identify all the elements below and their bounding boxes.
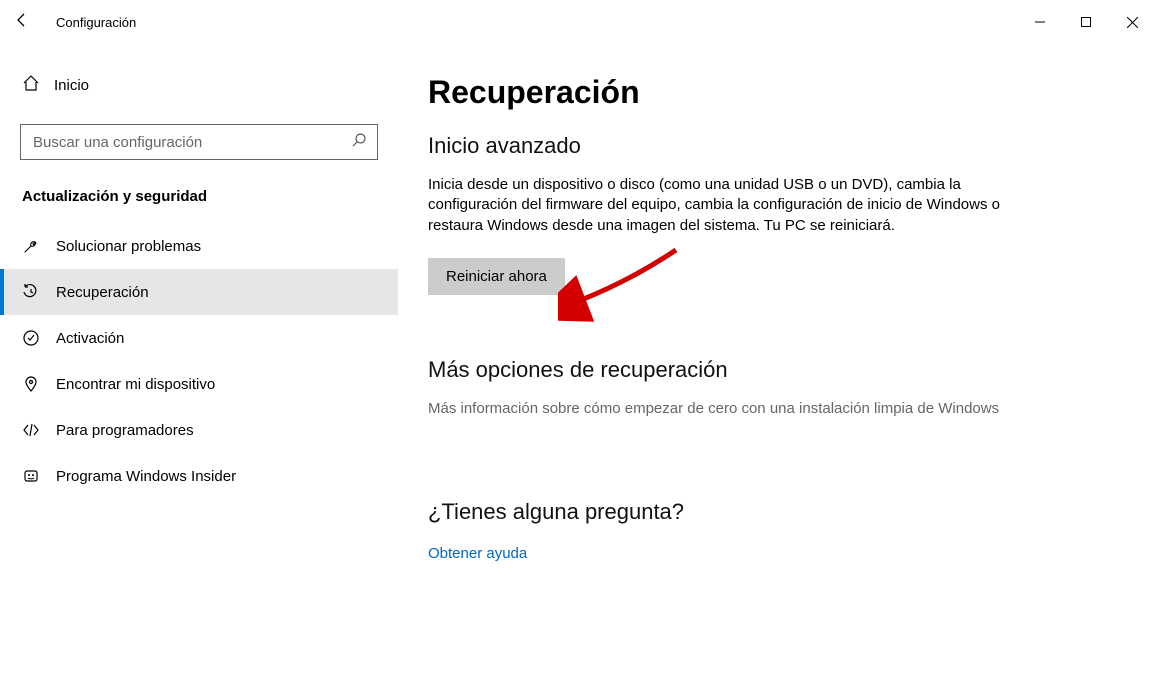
close-button[interactable] [1109, 6, 1155, 38]
location-icon [22, 375, 40, 393]
window-title: Configuración [56, 15, 136, 30]
sidebar-item-label: Solucionar problemas [56, 238, 201, 255]
get-help-link[interactable]: Obtener ayuda [428, 545, 527, 562]
search-box[interactable] [20, 124, 378, 160]
sidebar-item-label: Encontrar mi dispositivo [56, 376, 215, 393]
maximize-button[interactable] [1063, 6, 1109, 38]
sidebar-item-activation[interactable]: Activación [0, 315, 398, 361]
home-icon [22, 74, 40, 96]
titlebar: Configuración [0, 0, 1155, 44]
main-content: Recuperación Inicio avanzado Inicia desd… [398, 44, 1155, 700]
sidebar-item-label: Recuperación [56, 284, 149, 301]
restart-now-button[interactable]: Reiniciar ahora [428, 258, 565, 295]
page-title: Recuperación [428, 74, 1115, 111]
sidebar-item-label: Activación [56, 330, 124, 347]
search-icon [351, 132, 367, 152]
insider-icon [22, 467, 40, 485]
developer-icon [22, 421, 40, 439]
sidebar-item-label: Para programadores [56, 422, 194, 439]
advanced-startup-body: Inicia desde un dispositivo o disco (com… [428, 175, 1048, 236]
sidebar-item-label: Programa Windows Insider [56, 468, 236, 485]
more-options-heading: Más opciones de recuperación [428, 357, 1115, 383]
help-heading: ¿Tienes alguna pregunta? [428, 499, 1115, 525]
sidebar: Inicio Actualización y seguridad Solucio… [0, 44, 398, 700]
sidebar-item-insider[interactable]: Programa Windows Insider [0, 453, 398, 499]
back-button[interactable] [14, 12, 30, 32]
recovery-icon [22, 283, 40, 301]
more-options-body: Más información sobre cómo empezar de ce… [428, 399, 1048, 419]
sidebar-item-troubleshoot[interactable]: Solucionar problemas [0, 223, 398, 269]
sidebar-item-recovery[interactable]: Recuperación [0, 269, 398, 315]
minimize-button[interactable] [1017, 6, 1063, 38]
home-nav[interactable]: Inicio [0, 64, 398, 106]
sidebar-item-developers[interactable]: Para programadores [0, 407, 398, 453]
section-heading: Actualización y seguridad [0, 188, 398, 223]
sidebar-item-find-device[interactable]: Encontrar mi dispositivo [0, 361, 398, 407]
home-label: Inicio [54, 77, 89, 94]
search-input[interactable] [21, 125, 377, 159]
wrench-icon [22, 237, 40, 255]
check-icon [22, 329, 40, 347]
advanced-startup-heading: Inicio avanzado [428, 133, 1115, 159]
